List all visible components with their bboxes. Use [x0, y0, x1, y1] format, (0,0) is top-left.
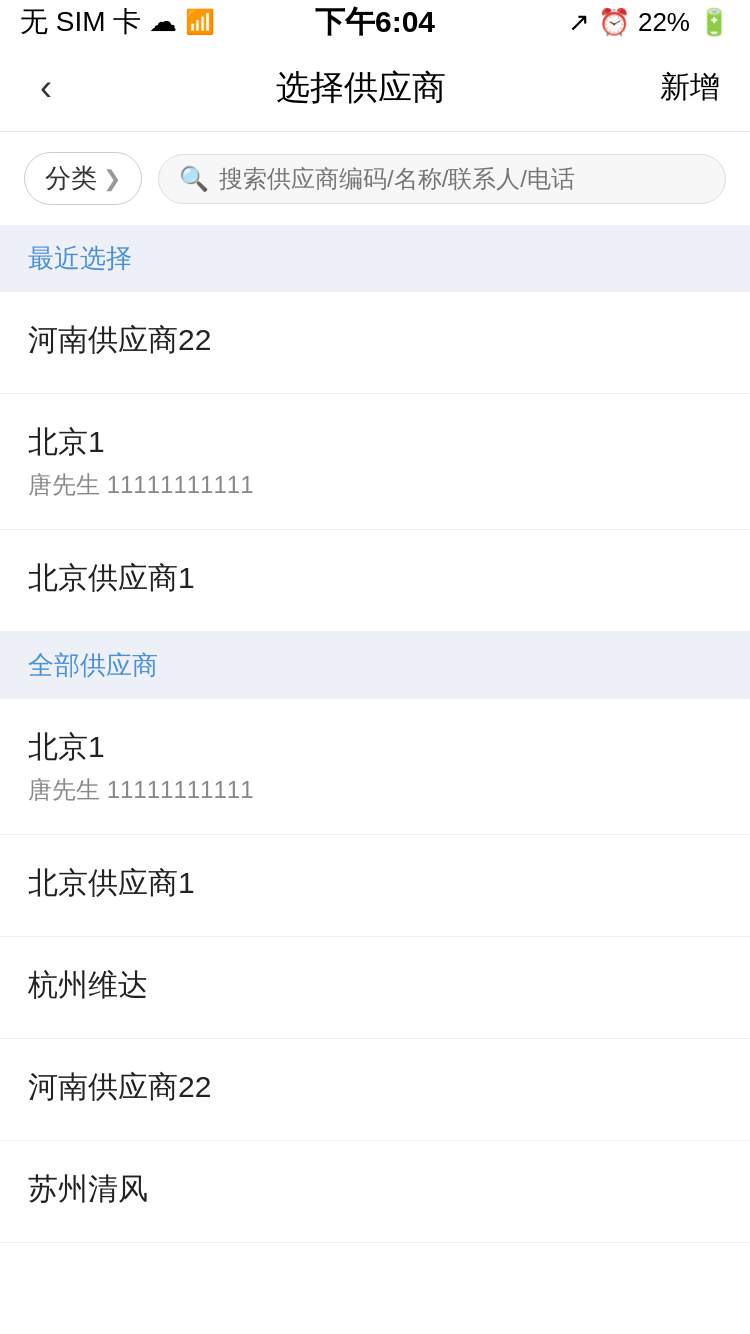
- wifi-icon: 📶: [185, 8, 215, 36]
- item-sub: 唐先生 11111111111: [28, 774, 722, 806]
- recent-list-item[interactable]: 北京1 唐先生 11111111111: [0, 394, 750, 530]
- search-input[interactable]: [219, 165, 705, 193]
- recent-list-item[interactable]: 北京供应商1: [0, 530, 750, 632]
- location-icon: ↗: [568, 7, 590, 38]
- recent-section-label: 最近选择: [28, 243, 132, 273]
- category-filter-button[interactable]: 分类 ❯: [24, 152, 142, 205]
- all-list-item[interactable]: 北京供应商1: [0, 835, 750, 937]
- all-list-item[interactable]: 苏州清风: [0, 1141, 750, 1243]
- status-time: 下午6:04: [315, 2, 435, 43]
- all-list-item[interactable]: 杭州维达: [0, 937, 750, 1039]
- item-name: 杭州维达: [28, 965, 722, 1006]
- sim-status: 无 SIM 卡 ☁: [20, 3, 177, 41]
- status-right: ↗ ⏰ 22% 🔋: [568, 7, 730, 38]
- search-box: 🔍: [158, 154, 726, 204]
- all-section-label: 全部供应商: [28, 650, 158, 680]
- battery-icon: 🔋: [698, 7, 730, 38]
- all-section-header: 全部供应商: [0, 632, 750, 699]
- add-supplier-button[interactable]: 新增: [660, 67, 720, 108]
- status-bar: 无 SIM 卡 ☁ 📶 下午6:04 ↗ ⏰ 22% 🔋: [0, 0, 750, 44]
- category-label: 分类: [45, 161, 97, 196]
- filter-bar: 分类 ❯ 🔍: [0, 132, 750, 225]
- alarm-icon: ⏰: [598, 7, 630, 38]
- search-icon: 🔍: [179, 165, 209, 193]
- item-name: 河南供应商22: [28, 1067, 722, 1108]
- item-name: 北京供应商1: [28, 863, 722, 904]
- all-list-item[interactable]: 北京1 唐先生 11111111111: [0, 699, 750, 835]
- all-items-list: 北京1 唐先生 11111111111 北京供应商1 杭州维达河南供应商22 苏州清风: [0, 699, 750, 1243]
- back-button[interactable]: ‹: [30, 57, 62, 119]
- item-name: 北京1: [28, 422, 722, 463]
- nav-bar: ‹ 选择供应商 新增: [0, 44, 750, 132]
- all-list-item[interactable]: 河南供应商22: [0, 1039, 750, 1141]
- item-sub: 唐先生 11111111111: [28, 469, 722, 501]
- item-name: 北京1: [28, 727, 722, 768]
- item-name: 北京供应商1: [28, 558, 722, 599]
- recent-section-header: 最近选择: [0, 225, 750, 292]
- chevron-right-icon: ❯: [103, 166, 121, 192]
- battery-indicator: 22%: [638, 7, 690, 38]
- item-name: 苏州清风: [28, 1169, 722, 1210]
- status-left: 无 SIM 卡 ☁ 📶: [20, 3, 215, 41]
- recent-items-list: 河南供应商22 北京1 唐先生 11111111111 北京供应商1: [0, 292, 750, 632]
- recent-list-item[interactable]: 河南供应商22: [0, 292, 750, 394]
- item-name: 河南供应商22: [28, 320, 722, 361]
- page-title: 选择供应商: [276, 65, 446, 111]
